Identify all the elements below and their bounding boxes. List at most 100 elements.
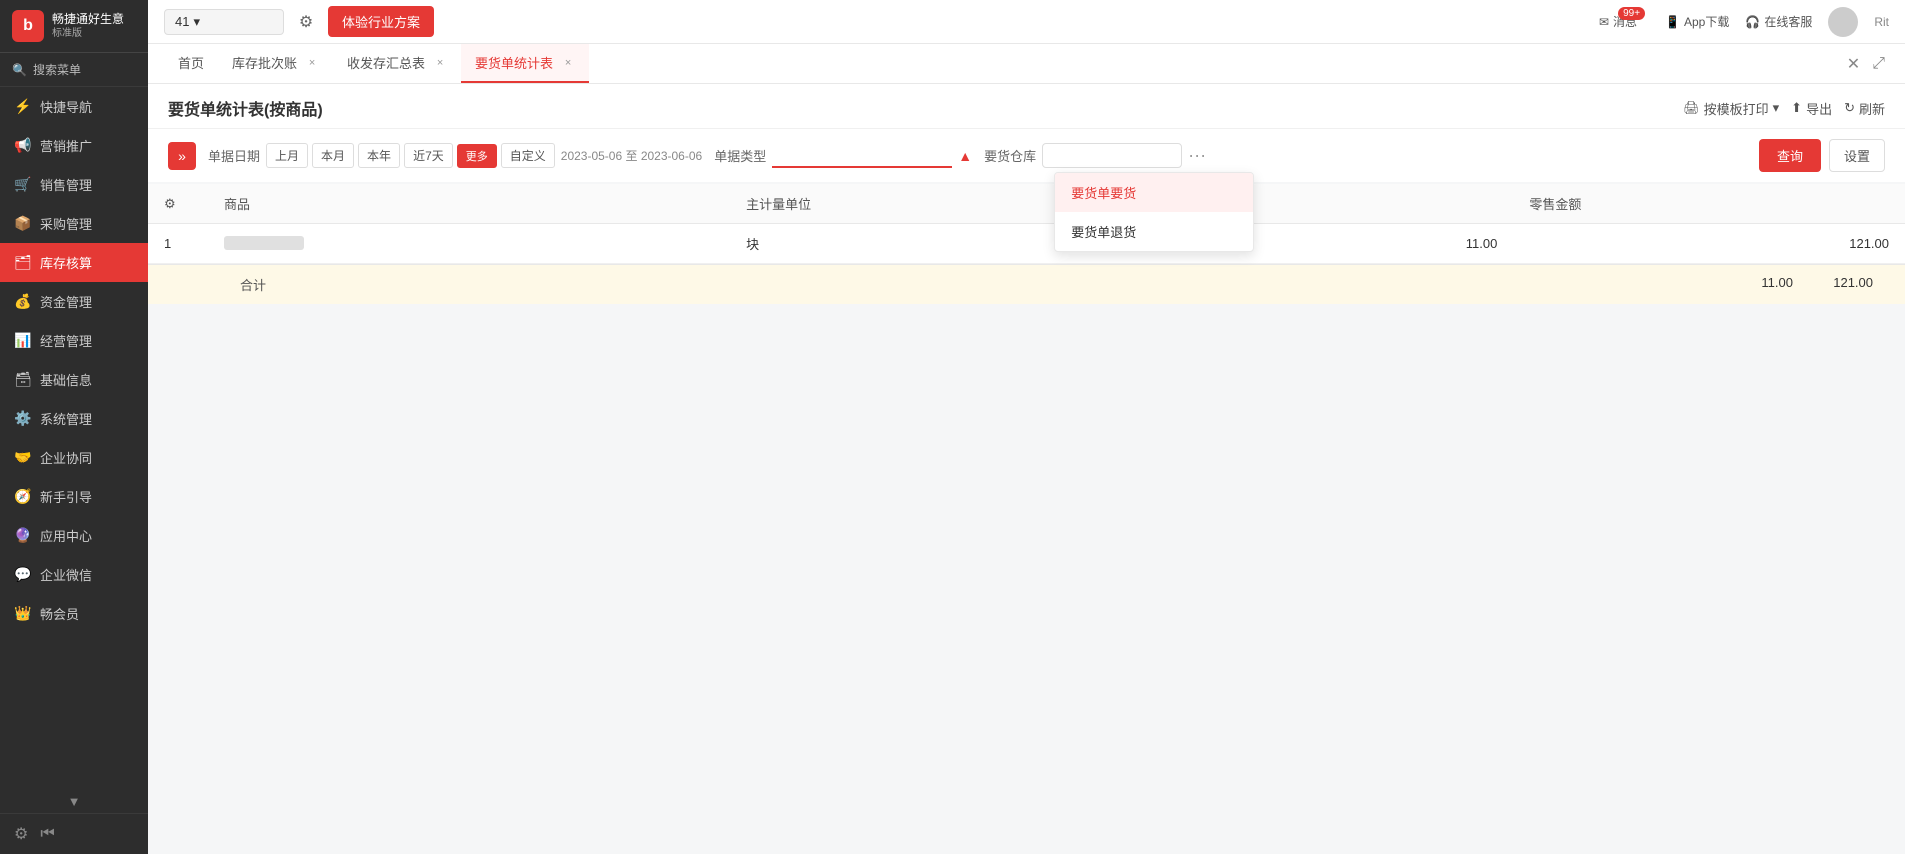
tab-inventory-batch[interactable]: 库存批次账 ×: [218, 44, 333, 83]
table-settings-icon[interactable]: ⚙: [164, 196, 176, 211]
print-chevron-icon: ▾: [1773, 100, 1780, 116]
dropdown-item-requisition[interactable]: 要货单要货: [1055, 173, 1253, 212]
type-filter-group: 单据类型 ▲ 要货单要货 要货单退货: [714, 143, 972, 168]
apps-icon: 🔮: [14, 527, 32, 545]
online-service-action[interactable]: 🎧 在线客服: [1745, 13, 1812, 30]
wechat-icon: 💬: [14, 566, 32, 584]
sidebar-item-apps[interactable]: 🔮 应用中心: [0, 516, 148, 555]
dropdown-item-return[interactable]: 要货单退货: [1055, 212, 1253, 251]
more-dates-btn[interactable]: 更多: [457, 144, 497, 168]
phone-icon: 📱: [1665, 15, 1680, 29]
print-button[interactable]: 🖨 按模板打印 ▾: [1683, 99, 1779, 118]
sidebar-footer: ⚙ ⏮: [0, 813, 148, 854]
sidebar-item-quick-nav[interactable]: ⚡ 快捷导航: [0, 87, 148, 126]
warehouse-filter-group: 要货仓库 ···: [984, 143, 1206, 168]
store-selector[interactable]: 41 ▾: [164, 9, 284, 35]
sidebar-item-guide[interactable]: 🧭 新手引导: [0, 477, 148, 516]
sidebar: b 畅捷通好生意 标准版 🔍 搜索菜单 ⚡ 快捷导航 📢 营销推广 🛒 销售管理…: [0, 0, 148, 854]
sidebar-scroll-down[interactable]: ▼: [0, 790, 148, 813]
sidebar-item-wechat[interactable]: 💬 企业微信: [0, 555, 148, 594]
page-content: 要货单统计表(按商品) 🖨 按模板打印 ▾ ⬆ 导出 ↻ 刷新: [148, 84, 1905, 854]
sidebar-item-enterprise[interactable]: 🤝 企业协同: [0, 438, 148, 477]
main-area: 41 ▾ ⚙ 体验行业方案 ✉ 消息 99+ 📱 App下载 🎧 在线客服 Ri…: [148, 0, 1905, 854]
settings-footer-icon[interactable]: ⚙: [14, 824, 28, 844]
type-filter-label: 单据类型: [714, 146, 766, 165]
sidebar-item-sales[interactable]: 🛒 销售管理: [0, 165, 148, 204]
table-header-row: ⚙ 商品 主计量单位 主数量 零售金额: [148, 184, 1905, 224]
expand-icon: »: [178, 148, 186, 164]
system-icon: ⚙️: [14, 410, 32, 428]
data-table-wrap: ⚙ 商品 主计量单位 主数量 零售金额 1: [148, 184, 1905, 264]
footer-product-spacer: [282, 275, 1649, 294]
prev-month-btn[interactable]: 上月: [266, 143, 308, 168]
headset-icon: 🎧: [1745, 15, 1760, 29]
marketing-icon: 📢: [14, 137, 32, 155]
tab-close-order-stats[interactable]: ×: [561, 56, 575, 70]
topbar: 41 ▾ ⚙ 体验行业方案 ✉ 消息 99+ 📱 App下载 🎧 在线客服 Ri…: [148, 0, 1905, 44]
app-download-action[interactable]: 📱 App下载: [1665, 13, 1729, 30]
sidebar-item-purchase[interactable]: 📦 采购管理: [0, 204, 148, 243]
filter-expand-button[interactable]: »: [168, 142, 196, 170]
sidebar-item-marketing[interactable]: 📢 营销推广: [0, 126, 148, 165]
warehouse-filter-label: 要货仓库: [984, 146, 1036, 165]
message-action[interactable]: ✉ 消息 99+: [1599, 13, 1637, 30]
query-button[interactable]: 查询: [1759, 139, 1821, 172]
tab-recv-summary[interactable]: 收发存汇总表 ×: [333, 44, 461, 83]
cell-seq: 1: [148, 224, 208, 264]
user-avatar[interactable]: [1828, 7, 1858, 37]
data-table: ⚙ 商品 主计量单位 主数量 零售金额 1: [148, 184, 1905, 264]
print-icon: 🖨: [1683, 100, 1700, 116]
footer-amount: 121.00: [1809, 275, 1889, 294]
sidebar-nav: ⚡ 快捷导航 📢 营销推广 🛒 销售管理 📦 采购管理 🗂 库存核算 💰 资金管…: [0, 87, 148, 790]
sales-icon: 🛒: [14, 176, 32, 194]
sidebar-item-inventory[interactable]: 🗂 库存核算: [0, 243, 148, 282]
sidebar-item-member[interactable]: 👑 畅会员: [0, 594, 148, 633]
last7days-btn[interactable]: 近7天: [404, 143, 453, 168]
page-header: 要货单统计表(按商品) 🖨 按模板打印 ▾ ⬆ 导出 ↻ 刷新: [148, 84, 1905, 128]
filter-more-icon[interactable]: ···: [1188, 145, 1206, 166]
tab-close-inventory-batch[interactable]: ×: [305, 56, 319, 70]
quick-nav-icon: ⚡: [14, 98, 32, 116]
sidebar-item-system[interactable]: ⚙️ 系统管理: [0, 399, 148, 438]
this-month-btn[interactable]: 本月: [312, 143, 354, 168]
collapse-sidebar-icon[interactable]: ⏮: [40, 825, 54, 843]
tab-expand-icon[interactable]: ⤢: [1868, 51, 1889, 77]
this-year-btn[interactable]: 本年: [358, 143, 400, 168]
tab-home[interactable]: 首页: [164, 44, 218, 83]
type-dropdown-arrow[interactable]: ▲: [958, 148, 972, 164]
tab-close-recv-summary[interactable]: ×: [433, 56, 447, 70]
date-range-display: 2023-05-06 至 2023-06-06: [561, 147, 702, 164]
enterprise-icon: 🤝: [14, 449, 32, 467]
warehouse-filter-input[interactable]: [1042, 143, 1182, 168]
filter-bar: » 单据日期 上月 本月 本年 近7天 更多 自定义 2023-05-06 至 …: [148, 128, 1905, 182]
export-icon: ⬆: [1791, 100, 1802, 116]
product-ghost-text: [224, 236, 304, 250]
sidebar-search[interactable]: 🔍 搜索菜单: [0, 53, 148, 87]
footer-spacer: [164, 275, 224, 294]
search-icon: 🔍: [12, 63, 27, 77]
tab-order-stats[interactable]: 要货单统计表 ×: [461, 44, 589, 83]
table-row: 1 块 11.00 121.00: [148, 224, 1905, 264]
footer-qty: 11.00: [1729, 275, 1809, 294]
cell-amount: 121.00: [1513, 224, 1905, 264]
tab-close-all-icon[interactable]: ✕: [1843, 50, 1864, 78]
sidebar-item-finance[interactable]: 💰 资金管理: [0, 282, 148, 321]
user-name: Rit: [1874, 15, 1889, 29]
sidebar-item-operations[interactable]: 📊 经营管理: [0, 321, 148, 360]
export-button[interactable]: ⬆ 导出: [1791, 99, 1832, 118]
trial-button[interactable]: 体验行业方案: [328, 6, 434, 37]
message-icon: ✉: [1599, 15, 1609, 29]
refresh-button[interactable]: ↻ 刷新: [1844, 99, 1885, 118]
sidebar-item-basic[interactable]: 🗃 基础信息: [0, 360, 148, 399]
refresh-icon: ↻: [1844, 100, 1855, 116]
type-filter-input[interactable]: [772, 143, 952, 168]
table-footer: 合计 11.00 121.00: [148, 264, 1905, 304]
tabbar: 首页 库存批次账 × 收发存汇总表 × 要货单统计表 × ✕ ⤢: [148, 44, 1905, 84]
settings-row-button[interactable]: 设置: [1829, 139, 1885, 172]
table-body: 1 块 11.00 121.00: [148, 224, 1905, 264]
type-dropdown-menu: 要货单要货 要货单退货: [1054, 172, 1254, 252]
custom-date-btn[interactable]: 自定义: [501, 143, 555, 168]
guide-icon: 🧭: [14, 488, 32, 506]
header-actions: 🖨 按模板打印 ▾ ⬆ 导出 ↻ 刷新: [1683, 99, 1885, 118]
topbar-settings-icon[interactable]: ⚙: [292, 8, 320, 36]
